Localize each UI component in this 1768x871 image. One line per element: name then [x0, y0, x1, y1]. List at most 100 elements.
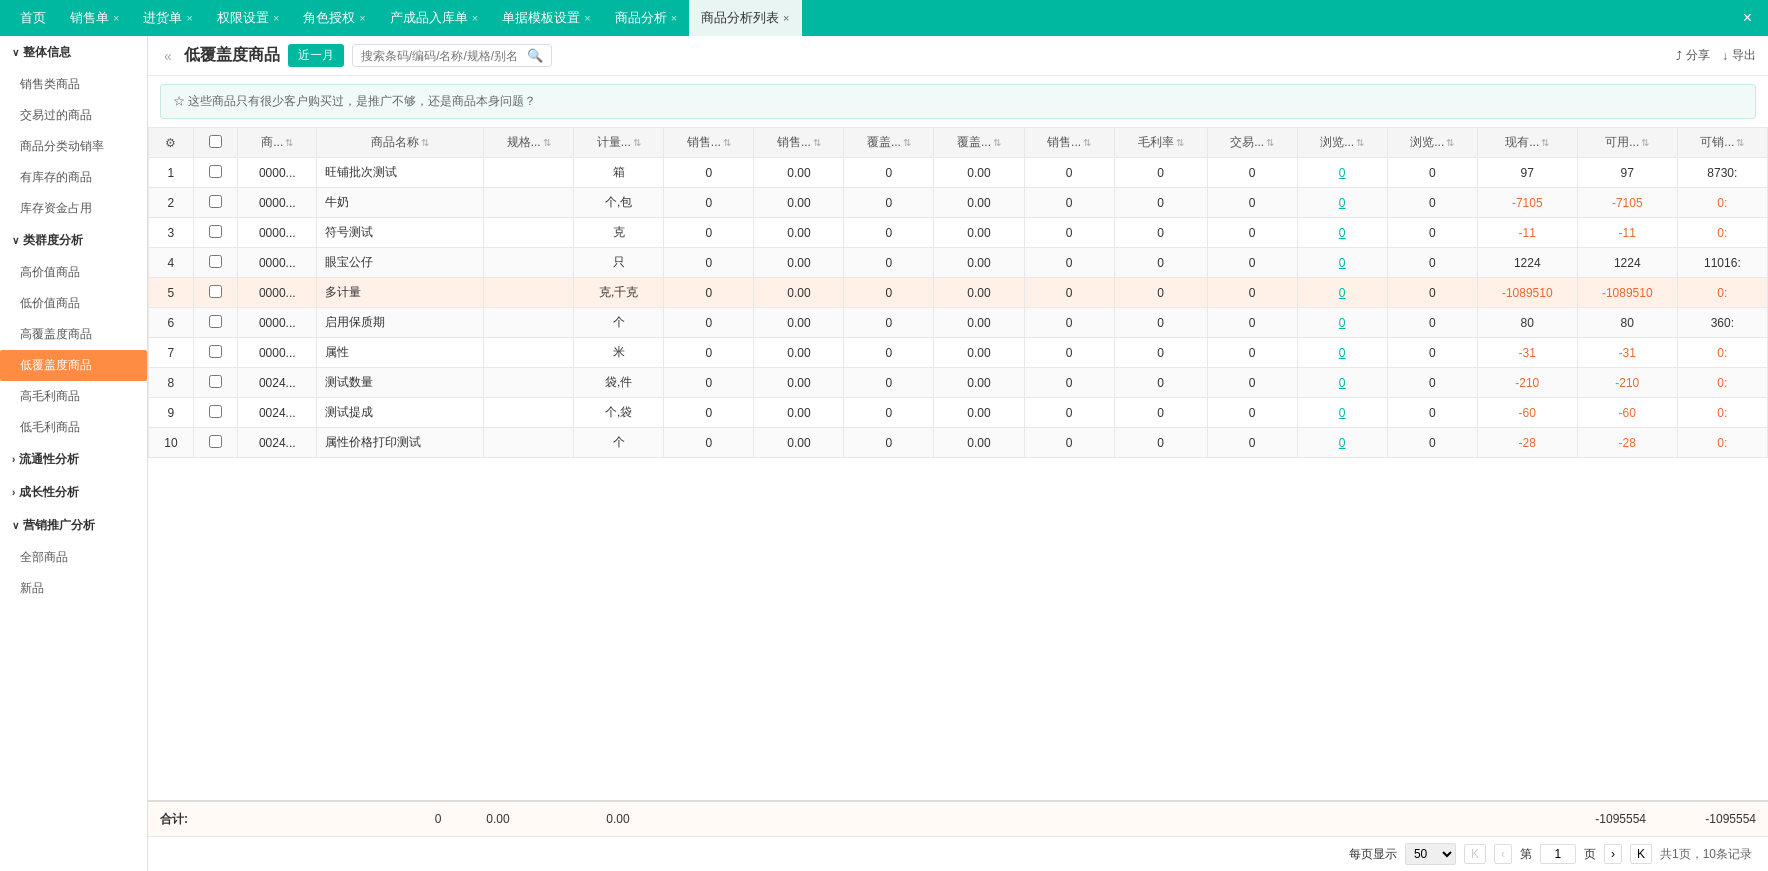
row-browse1[interactable]: 0	[1297, 158, 1387, 188]
col-code[interactable]: 商...⇅	[238, 128, 317, 158]
nav-product-analysis-list-close[interactable]: ×	[783, 12, 789, 24]
row-code: 0000...	[238, 248, 317, 278]
sidebar-item-all-goods[interactable]: 全部商品	[0, 542, 147, 573]
last-page-button[interactable]: K	[1630, 844, 1652, 864]
row-browse1[interactable]: 0	[1297, 278, 1387, 308]
sidebar-item-inventory-goods[interactable]: 有库存的商品	[0, 162, 147, 193]
nav-roles[interactable]: 角色授权 ×	[291, 0, 377, 36]
col-available[interactable]: 可用...⇅	[1577, 128, 1677, 158]
nav-home[interactable]: 首页	[8, 0, 58, 36]
row-unit: 个,袋	[574, 398, 664, 428]
row-browse1[interactable]: 0	[1297, 218, 1387, 248]
row-checkbox[interactable]	[193, 308, 237, 338]
col-sales-qty[interactable]: 销售...⇅	[664, 128, 754, 158]
nav-template-close[interactable]: ×	[584, 12, 590, 24]
col-sellable[interactable]: 可销...⇅	[1677, 128, 1767, 158]
col-spec[interactable]: 规格...⇅	[484, 128, 574, 158]
nav-finished-goods-close[interactable]: ×	[472, 12, 478, 24]
col-browse2[interactable]: 浏览...⇅	[1387, 128, 1477, 158]
row-checkbox[interactable]	[193, 368, 237, 398]
table-row: 6 0000... 启用保质期 个 0 0.00 0 0.00 0 0 0 0 …	[149, 308, 1768, 338]
col-browse1[interactable]: 浏览...⇅	[1297, 128, 1387, 158]
col-sales-amt[interactable]: 销售...⇅	[754, 128, 844, 158]
row-checkbox[interactable]	[193, 338, 237, 368]
row-browse1[interactable]: 0	[1297, 368, 1387, 398]
share-button[interactable]: ⤴ 分享	[1676, 47, 1710, 64]
sidebar-item-high-value[interactable]: 高价值商品	[0, 257, 147, 288]
nav-product-analysis[interactable]: 商品分析 ×	[603, 0, 689, 36]
col-settings[interactable]: ⚙	[149, 128, 194, 158]
nav-sales-close[interactable]: ×	[113, 12, 119, 24]
select-all-checkbox[interactable]	[209, 135, 222, 148]
nav-product-analysis-list[interactable]: 商品分析列表 ×	[689, 0, 801, 36]
row-browse1[interactable]: 0	[1297, 248, 1387, 278]
nav-purchase-close[interactable]: ×	[186, 12, 192, 24]
col-name[interactable]: 商品名称⇅	[317, 128, 484, 158]
sidebar-item-high-profit[interactable]: 高毛利商品	[0, 381, 147, 412]
col-coverage1[interactable]: 覆盖...⇅	[844, 128, 934, 158]
nav-product-analysis-close[interactable]: ×	[671, 12, 677, 24]
row-browse1[interactable]: 0	[1297, 308, 1387, 338]
row-browse1[interactable]: 0	[1297, 398, 1387, 428]
search-box: 🔍	[352, 44, 552, 67]
row-sales3: 0	[1024, 278, 1114, 308]
row-code: 0000...	[238, 218, 317, 248]
sidebar-item-high-coverage[interactable]: 高覆盖度商品	[0, 319, 147, 350]
page-number-input[interactable]	[1540, 844, 1576, 864]
sidebar-item-category-rate[interactable]: 商品分类动销率	[0, 131, 147, 162]
sidebar-item-inventory-capital[interactable]: 库存资金占用	[0, 193, 147, 224]
sidebar-item-low-coverage[interactable]: 低覆盖度商品	[0, 350, 147, 381]
first-page-button[interactable]: K	[1464, 844, 1486, 864]
prev-page-button[interactable]: ‹	[1494, 844, 1512, 864]
time-filter-button[interactable]: 近一月	[288, 44, 344, 67]
nav-permissions[interactable]: 权限设置 ×	[205, 0, 291, 36]
row-trans: 0	[1207, 188, 1297, 218]
sidebar-item-traded-goods[interactable]: 交易过的商品	[0, 100, 147, 131]
row-sales-qty: 0	[664, 158, 754, 188]
row-checkbox[interactable]	[193, 188, 237, 218]
search-icon[interactable]: 🔍	[527, 48, 543, 63]
content-area: « 低覆盖度商品 近一月 🔍 ⤴ 分享 ↓ 导出 ☆ 这些商品只有很少客户购买过…	[148, 36, 1768, 871]
row-checkbox[interactable]	[193, 428, 237, 458]
nav-sales[interactable]: 销售单 ×	[58, 0, 131, 36]
nav-roles-close[interactable]: ×	[359, 12, 365, 24]
nav-template-settings[interactable]: 单据模板设置 ×	[490, 0, 602, 36]
sidebar-item-low-profit[interactable]: 低毛利商品	[0, 412, 147, 443]
sidebar-section-growth[interactable]: › 成长性分析	[0, 476, 147, 509]
col-unit[interactable]: 计量...⇅	[574, 128, 664, 158]
sidebar-item-low-value[interactable]: 低价值商品	[0, 288, 147, 319]
next-page-button[interactable]: ›	[1604, 844, 1622, 864]
row-cov2: 0.00	[934, 428, 1024, 458]
row-browse1[interactable]: 0	[1297, 338, 1387, 368]
close-all-tabs[interactable]: ×	[1735, 9, 1760, 27]
row-sales-amt: 0.00	[754, 188, 844, 218]
sidebar-section-overall[interactable]: ∨ 整体信息	[0, 36, 147, 69]
page-size-label: 每页显示	[1349, 846, 1397, 863]
sidebar-section-marketing[interactable]: ∨ 营销推广分析	[0, 509, 147, 542]
col-transaction[interactable]: 交易...⇅	[1207, 128, 1297, 158]
col-gross-rate[interactable]: 毛利率⇅	[1114, 128, 1207, 158]
row-browse1[interactable]: 0	[1297, 428, 1387, 458]
row-sales-amt: 0.00	[754, 428, 844, 458]
sidebar-item-sales-goods[interactable]: 销售类商品	[0, 69, 147, 100]
export-button[interactable]: ↓ 导出	[1722, 47, 1756, 64]
sidebar-item-new-goods[interactable]: 新品	[0, 573, 147, 604]
nav-finished-goods[interactable]: 产成品入库单 ×	[378, 0, 490, 36]
col-current[interactable]: 现有...⇅	[1477, 128, 1577, 158]
row-checkbox[interactable]	[193, 218, 237, 248]
row-sellable: 0:	[1677, 338, 1767, 368]
row-checkbox[interactable]	[193, 158, 237, 188]
row-checkbox[interactable]	[193, 398, 237, 428]
page-size-select[interactable]: 50 10 20 100	[1405, 843, 1456, 865]
nav-permissions-close[interactable]: ×	[273, 12, 279, 24]
col-sales3[interactable]: 销售...⇅	[1024, 128, 1114, 158]
col-coverage2[interactable]: 覆盖...⇅	[934, 128, 1024, 158]
sidebar-section-coverage[interactable]: ∨ 类群度分析	[0, 224, 147, 257]
row-checkbox[interactable]	[193, 248, 237, 278]
collapse-sidebar-button[interactable]: «	[160, 46, 176, 66]
search-input[interactable]	[361, 49, 527, 63]
nav-purchase[interactable]: 进货单 ×	[131, 0, 204, 36]
row-checkbox[interactable]	[193, 278, 237, 308]
sidebar-section-flow[interactable]: › 流通性分析	[0, 443, 147, 476]
row-browse1[interactable]: 0	[1297, 188, 1387, 218]
